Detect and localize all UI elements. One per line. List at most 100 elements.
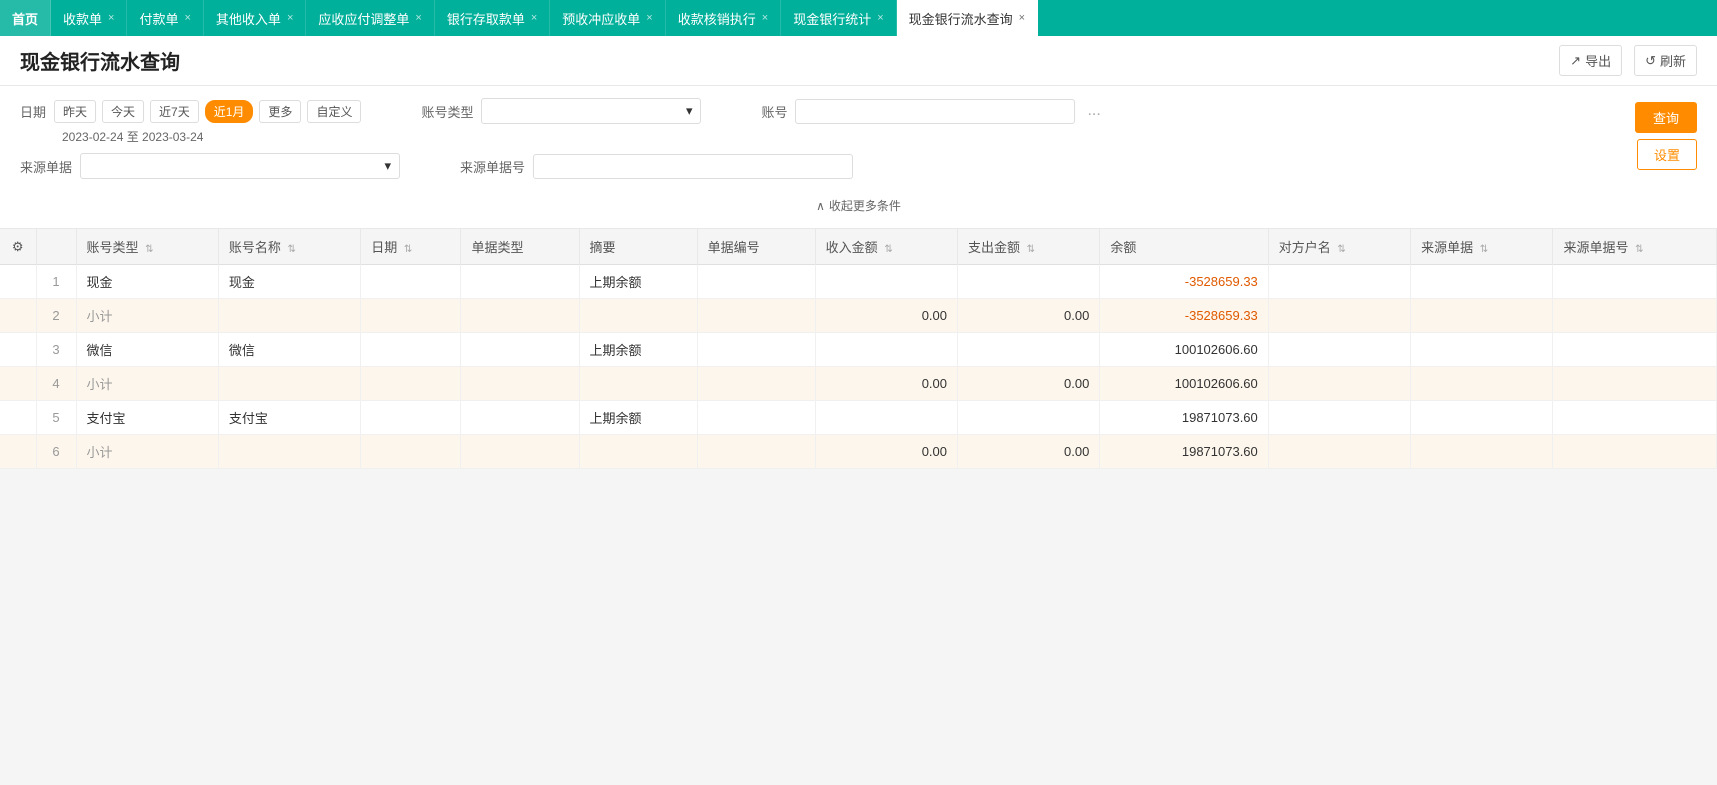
sort-icon-income: ⇅ xyxy=(884,244,892,255)
row-source-doc xyxy=(1411,435,1553,469)
row-source-doc xyxy=(1411,401,1553,435)
th-expense[interactable]: 支出金额 ⇅ xyxy=(958,229,1100,265)
page-header: 现金银行流水查询 ↗ 导出 ↺ 刷新 xyxy=(0,36,1717,86)
date-btn-today[interactable]: 今天 xyxy=(102,100,144,123)
account-dots[interactable]: ... xyxy=(1083,102,1104,120)
source-doc-select[interactable]: ▾ xyxy=(80,153,400,179)
th-account-type[interactable]: 账号类型 ⇅ xyxy=(76,229,218,265)
account-type-select[interactable]: ▾ xyxy=(481,98,701,124)
row-counterpart xyxy=(1268,435,1410,469)
collapse-button[interactable]: ∧ 收起更多条件 xyxy=(804,195,913,216)
table-container: ⚙ 账号类型 ⇅ 账号名称 ⇅ 日期 ⇅ 单据类型 xyxy=(0,229,1717,469)
sort-icon-date: ⇅ xyxy=(404,244,412,255)
cash-bank-flow-tab-close[interactable]: × xyxy=(1019,12,1025,24)
th-gear[interactable]: ⚙ xyxy=(0,229,36,265)
collapse-bar: ∧ 收起更多条件 xyxy=(20,191,1697,220)
gear-icon: ⚙ xyxy=(12,239,24,254)
row-source-doc xyxy=(1411,367,1553,401)
nav-tab-prepay-offset[interactable]: 预收冲应收单 × xyxy=(550,0,665,36)
nav-tab-receivable-adjust[interactable]: 应收应付调整单 × xyxy=(306,0,434,36)
nav-tab-cash-bank-stat[interactable]: 现金银行统计 × xyxy=(781,0,896,36)
row-expense: 0.00 xyxy=(958,435,1100,469)
date-btn-yesterday[interactable]: 昨天 xyxy=(54,100,96,123)
row-income: 0.00 xyxy=(815,367,957,401)
settings-button[interactable]: 设置 xyxy=(1637,139,1697,170)
table-row: 2小计0.000.00-3528659.33 xyxy=(0,299,1717,333)
nav-tab-payment[interactable]: 付款单 × xyxy=(127,0,203,36)
row-balance: 19871073.60 xyxy=(1100,401,1268,435)
row-doc-type xyxy=(461,299,579,333)
row-number: 4 xyxy=(36,367,76,401)
th-income-label: 收入金额 xyxy=(826,240,878,255)
refresh-button[interactable]: ↺ 刷新 xyxy=(1634,45,1697,76)
th-balance: 余额 xyxy=(1100,229,1268,265)
export-button[interactable]: ↗ 导出 xyxy=(1559,45,1622,76)
home-tab-label: 首页 xyxy=(12,9,38,28)
nav-tab-other-income[interactable]: 其他收入单 × xyxy=(204,0,306,36)
bank-deposit-tab-close[interactable]: × xyxy=(531,12,537,24)
nav-tab-cash-bank-flow[interactable]: 现金银行流水查询 × xyxy=(897,0,1038,36)
row-counterpart xyxy=(1268,333,1410,367)
th-summary: 摘要 xyxy=(579,229,697,265)
nav-tab-home[interactable]: 首页 xyxy=(0,0,51,36)
row-account-type: 小计 xyxy=(76,435,218,469)
th-account-name[interactable]: 账号名称 ⇅ xyxy=(218,229,360,265)
nav-tab-bank-deposit[interactable]: 银行存取款单 × xyxy=(435,0,550,36)
refresh-label: 刷新 xyxy=(1660,51,1686,70)
bank-deposit-tab-label: 银行存取款单 xyxy=(447,9,525,28)
query-button[interactable]: 查询 xyxy=(1635,102,1697,133)
account-type-filter-group: 账号类型 ▾ xyxy=(421,98,701,124)
row-date xyxy=(361,299,461,333)
row-date xyxy=(361,265,461,299)
th-account-name-label: 账号名称 xyxy=(229,240,281,255)
date-btn-last1m[interactable]: 近1月 xyxy=(205,100,254,123)
row-doc-no xyxy=(697,401,815,435)
date-btn-custom[interactable]: 自定义 xyxy=(307,100,361,123)
row-doc-type xyxy=(461,367,579,401)
prepay-offset-tab-close[interactable]: × xyxy=(646,12,652,24)
date-btn-last7[interactable]: 近7天 xyxy=(150,100,199,123)
th-source-doc-label: 来源单据 xyxy=(1421,240,1473,255)
row-balance: 100102606.60 xyxy=(1100,333,1268,367)
row-doc-no xyxy=(697,265,815,299)
account-input[interactable] xyxy=(795,99,1075,124)
other-income-tab-close[interactable]: × xyxy=(287,12,293,24)
row-income xyxy=(815,401,957,435)
row-gear-cell xyxy=(0,367,36,401)
th-source-doc-no[interactable]: 来源单据号 ⇅ xyxy=(1553,229,1717,265)
row-balance: -3528659.33 xyxy=(1100,265,1268,299)
th-date[interactable]: 日期 ⇅ xyxy=(361,229,461,265)
collection-exec-tab-close[interactable]: × xyxy=(762,12,768,24)
th-income[interactable]: 收入金额 ⇅ xyxy=(815,229,957,265)
row-number: 1 xyxy=(36,265,76,299)
row-doc-type xyxy=(461,265,579,299)
date-options: 昨天 今天 近7天 近1月 更多 自定义 xyxy=(54,100,361,123)
nav-tab-receipt[interactable]: 收款单 × xyxy=(51,0,127,36)
sort-icon-source-doc: ⇅ xyxy=(1480,244,1488,255)
receivable-adjust-tab-close[interactable]: × xyxy=(415,12,421,24)
source-doc-label: 来源单据 xyxy=(20,157,72,176)
source-doc-no-input[interactable] xyxy=(533,154,853,179)
sort-icon-account-type: ⇅ xyxy=(145,244,153,255)
payment-tab-close[interactable]: × xyxy=(184,12,190,24)
collection-exec-tab-label: 收款核销执行 xyxy=(678,9,756,28)
cash-bank-stat-tab-close[interactable]: × xyxy=(877,12,883,24)
date-btn-more[interactable]: 更多 xyxy=(259,100,301,123)
row-counterpart xyxy=(1268,299,1410,333)
th-source-doc[interactable]: 来源单据 ⇅ xyxy=(1411,229,1553,265)
receipt-tab-close[interactable]: × xyxy=(108,12,114,24)
th-balance-label: 余额 xyxy=(1110,240,1136,255)
row-account-type: 支付宝 xyxy=(76,401,218,435)
date-label: 日期 xyxy=(20,102,46,121)
row-account-name xyxy=(218,435,360,469)
source-doc-chevron: ▾ xyxy=(384,158,391,174)
receivable-adjust-tab-label: 应收应付调整单 xyxy=(318,9,409,28)
top-nav: 首页 收款单 × 付款单 × 其他收入单 × 应收应付调整单 × 银行存取款单 … xyxy=(0,0,1717,36)
nav-tab-collection-exec[interactable]: 收款核销执行 × xyxy=(666,0,781,36)
row-source-doc-no xyxy=(1553,435,1717,469)
row-expense: 0.00 xyxy=(958,299,1100,333)
th-counterpart[interactable]: 对方户名 ⇅ xyxy=(1268,229,1410,265)
table-row: 3微信微信上期余额100102606.60 xyxy=(0,333,1717,367)
row-source-doc-no xyxy=(1553,333,1717,367)
row-summary: 上期余额 xyxy=(579,265,697,299)
